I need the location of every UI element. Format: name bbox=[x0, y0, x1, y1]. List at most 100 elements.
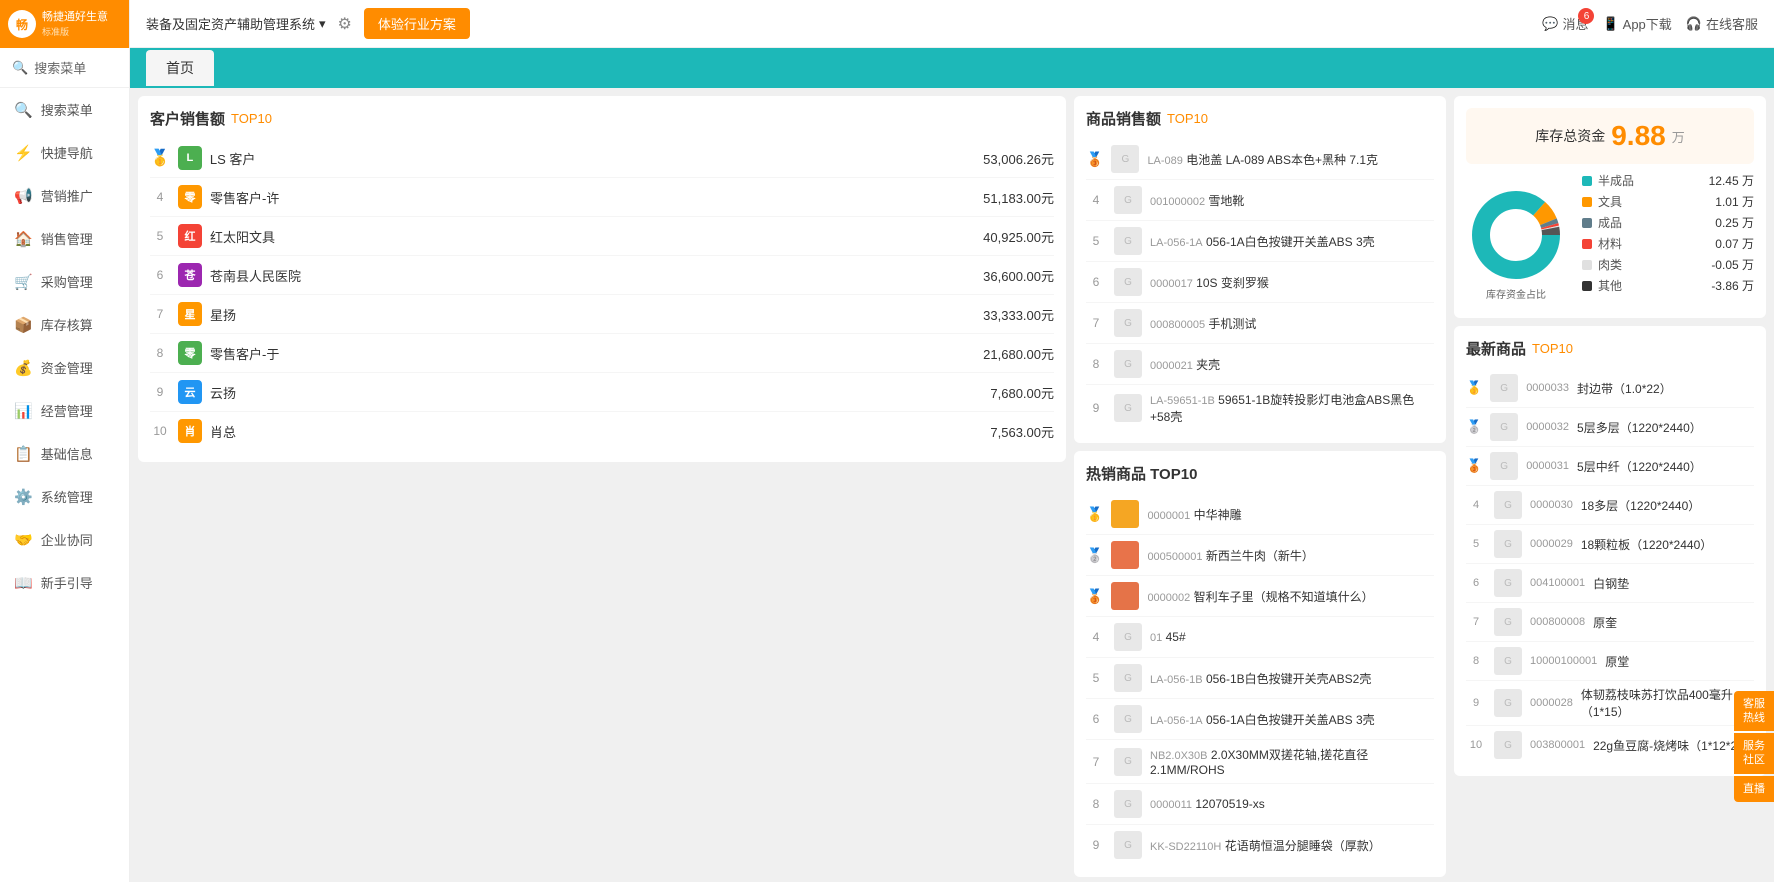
hot-product-row: 5 G LA-056-1B 056-1B白色按键开关壳ABS2壳 bbox=[1086, 658, 1434, 699]
nav-icon-1: ⚡ bbox=[14, 144, 33, 162]
nav-label-7: 经营管理 bbox=[41, 401, 93, 420]
product-thumb: G bbox=[1114, 227, 1142, 255]
customer-amount: 53,006.26元 bbox=[983, 149, 1054, 168]
product-code: LA-089 bbox=[1147, 155, 1182, 167]
phone-icon: 📱 bbox=[1602, 16, 1618, 32]
legend-value: 0.25 万 bbox=[1715, 214, 1754, 231]
product-info: 0000002 智利车子里（规格不知道填什么） bbox=[1147, 588, 1434, 605]
product-info: LA-59651-1B 59651-1B旋转投影灯电池盒ABS黑色+58壳 bbox=[1150, 391, 1434, 425]
product-info: 0000017 10S 变刹罗猴 bbox=[1150, 274, 1434, 291]
message-button[interactable]: 💬 消息 6 bbox=[1542, 14, 1588, 33]
app-label: App下载 bbox=[1623, 14, 1672, 33]
rank-num: 8 bbox=[1086, 357, 1106, 371]
legend-value: -0.05 万 bbox=[1711, 256, 1754, 273]
message-icon: 💬 bbox=[1542, 16, 1558, 32]
rank-medal: 🥉 bbox=[1086, 588, 1103, 605]
customer-row: 10 肖 肖总 7,563.00元 bbox=[150, 412, 1054, 450]
product-thumb: G bbox=[1114, 790, 1142, 818]
dropdown-arrow-icon: ▾ bbox=[319, 16, 326, 32]
product-code: 0000028 bbox=[1530, 697, 1573, 709]
sidebar-nav-item-7[interactable]: 📊经营管理 bbox=[0, 389, 129, 432]
customer-section-title: 客户销售额 TOP10 bbox=[150, 108, 1054, 129]
sidebar-nav-item-1[interactable]: ⚡快捷导航 bbox=[0, 131, 129, 174]
app-download-button[interactable]: 📱 App下载 bbox=[1602, 14, 1671, 33]
logo-icon: 畅 bbox=[8, 10, 36, 38]
rank-num: 6 bbox=[1086, 275, 1106, 289]
sidebar-nav-item-6[interactable]: 💰资金管理 bbox=[0, 346, 129, 389]
product-thumb: G bbox=[1494, 569, 1522, 597]
rank-num: 4 bbox=[150, 190, 170, 204]
tab-home[interactable]: 首页 bbox=[146, 50, 214, 86]
sidebar-nav-item-10[interactable]: 🤝企业协同 bbox=[0, 518, 129, 561]
hot-products-title-text: 热销商品 TOP10 bbox=[1086, 463, 1197, 484]
legend-name: 文具 bbox=[1598, 193, 1709, 210]
legend-dot bbox=[1582, 239, 1592, 249]
sidebar-nav-item-9[interactable]: ⚙️系统管理 bbox=[0, 475, 129, 518]
float-service-btn[interactable]: 客服热线 bbox=[1734, 691, 1774, 732]
sidebar-nav-item-5[interactable]: 📦库存核算 bbox=[0, 303, 129, 346]
rank-num: 8 bbox=[1086, 797, 1106, 811]
float-community-btn[interactable]: 服务社区 bbox=[1734, 733, 1774, 774]
product-thumb: G bbox=[1114, 623, 1142, 651]
rank-num: 7 bbox=[1086, 755, 1106, 769]
hot-product-row: 🥉 0000002 智利车子里（规格不知道填什么） bbox=[1086, 576, 1434, 617]
hot-product-row: 9 G KK-SD22110H 花语萌恒温分腿睡袋（厚款） bbox=[1086, 825, 1434, 865]
new-product-row: 6 G 004100001 白钢垫 bbox=[1466, 564, 1754, 603]
new-product-row: 9 G 0000028 体韧荔枝味苏打饮品400毫升（1*15） bbox=[1466, 681, 1754, 726]
rank-medal: 🥉 bbox=[1086, 151, 1103, 168]
message-badge: 6 bbox=[1578, 8, 1594, 24]
inventory-card: 库存总资金 9.88 万 bbox=[1454, 96, 1766, 318]
product-info: 0000001 中华神雕 bbox=[1147, 506, 1434, 523]
main-content: 装备及固定资产辅助管理系统 ▾ ⚙ 体验行业方案 💬 消息 6 📱 App下载 … bbox=[130, 0, 1774, 882]
sidebar-nav-item-4[interactable]: 🛒采购管理 bbox=[0, 260, 129, 303]
rank-num: 5 bbox=[1086, 234, 1106, 248]
legend-value: -3.86 万 bbox=[1711, 277, 1754, 294]
middle-panel: 商品销售额 TOP10 🥉 G LA-089 电池盖 LA-089 ABS本色+… bbox=[1074, 88, 1454, 882]
rank-num: 10 bbox=[150, 424, 170, 438]
left-panel: 客户销售额 TOP10 🥇 L LS 客户 53,006.26元 4 零 零售客… bbox=[130, 88, 1074, 882]
search-label: 搜索菜单 bbox=[34, 58, 86, 77]
product-name: 056-1A白色按键开关盖ABS 3壳 bbox=[1206, 713, 1375, 727]
product-info: LA-056-1B 056-1B白色按键开关壳ABS2壳 bbox=[1150, 670, 1434, 687]
sidebar-nav-item-0[interactable]: 🔍搜索菜单 bbox=[0, 88, 129, 131]
customer-row: 5 红 红太阳文具 40,925.00元 bbox=[150, 217, 1054, 256]
customer-avatar: 红 bbox=[178, 224, 202, 248]
donut-chart: 库存资金占比 bbox=[1466, 185, 1566, 285]
customer-avatar: 零 bbox=[178, 185, 202, 209]
sidebar-nav-item-8[interactable]: 📋基础信息 bbox=[0, 432, 129, 475]
nav-icon-11: 📖 bbox=[14, 574, 33, 592]
product-name: 花语萌恒温分腿睡袋（厚款） bbox=[1225, 839, 1381, 853]
trial-button[interactable]: 体验行业方案 bbox=[364, 8, 470, 39]
rank-num: 9 bbox=[1086, 838, 1106, 852]
nav-icon-8: 📋 bbox=[14, 445, 33, 463]
rank-num: 4 bbox=[1086, 630, 1106, 644]
sidebar-nav-item-3[interactable]: 🏠销售管理 bbox=[0, 217, 129, 260]
rank-medal: 🥈 bbox=[1466, 419, 1482, 435]
sidebar-nav-item-2[interactable]: 📢营销推广 bbox=[0, 174, 129, 217]
legend-dot bbox=[1582, 218, 1592, 228]
customer-row: 8 零 零售客户-于 21,680.00元 bbox=[150, 334, 1054, 373]
product-code: 0000033 bbox=[1526, 382, 1569, 394]
customer-amount: 7,563.00元 bbox=[990, 422, 1054, 441]
sidebar-nav-item-11[interactable]: 📖新手引导 bbox=[0, 561, 129, 604]
rank-medal: 🥉 bbox=[1466, 458, 1482, 474]
customer-name: LS 客户 bbox=[210, 149, 975, 168]
float-live-btn[interactable]: 直播 bbox=[1734, 776, 1774, 802]
search-menu-item[interactable]: 🔍 搜索菜单 bbox=[0, 48, 129, 88]
nav-icon-9: ⚙️ bbox=[14, 488, 33, 506]
product-name: 12070519-xs bbox=[1195, 797, 1264, 811]
product-code: 0000030 bbox=[1530, 499, 1573, 511]
nav-items-container: 🔍搜索菜单⚡快捷导航📢营销推广🏠销售管理🛒采购管理📦库存核算💰资金管理📊经营管理… bbox=[0, 88, 129, 604]
sales-product-row: 9 G LA-59651-1B 59651-1B旋转投影灯电池盒ABS黑色+58… bbox=[1086, 385, 1434, 431]
customer-amount: 33,333.00元 bbox=[983, 305, 1054, 324]
system-title-dropdown[interactable]: 装备及固定资产辅助管理系统 ▾ bbox=[146, 14, 326, 33]
rank-num: 6 bbox=[1466, 577, 1486, 589]
chart-area: 库存资金占比 半成品 12.45 万 文具 1.01 万 成品 0.25 万 材… bbox=[1466, 164, 1754, 306]
online-service-button[interactable]: 🎧 在线客服 bbox=[1686, 14, 1758, 33]
settings-icon[interactable]: ⚙ bbox=[338, 14, 352, 34]
customer-name: 零售客户-于 bbox=[210, 344, 975, 363]
legend-value: 0.07 万 bbox=[1715, 235, 1754, 252]
customer-amount: 7,680.00元 bbox=[990, 383, 1054, 402]
nav-icon-10: 🤝 bbox=[14, 531, 33, 549]
product-thumb bbox=[1111, 541, 1139, 569]
